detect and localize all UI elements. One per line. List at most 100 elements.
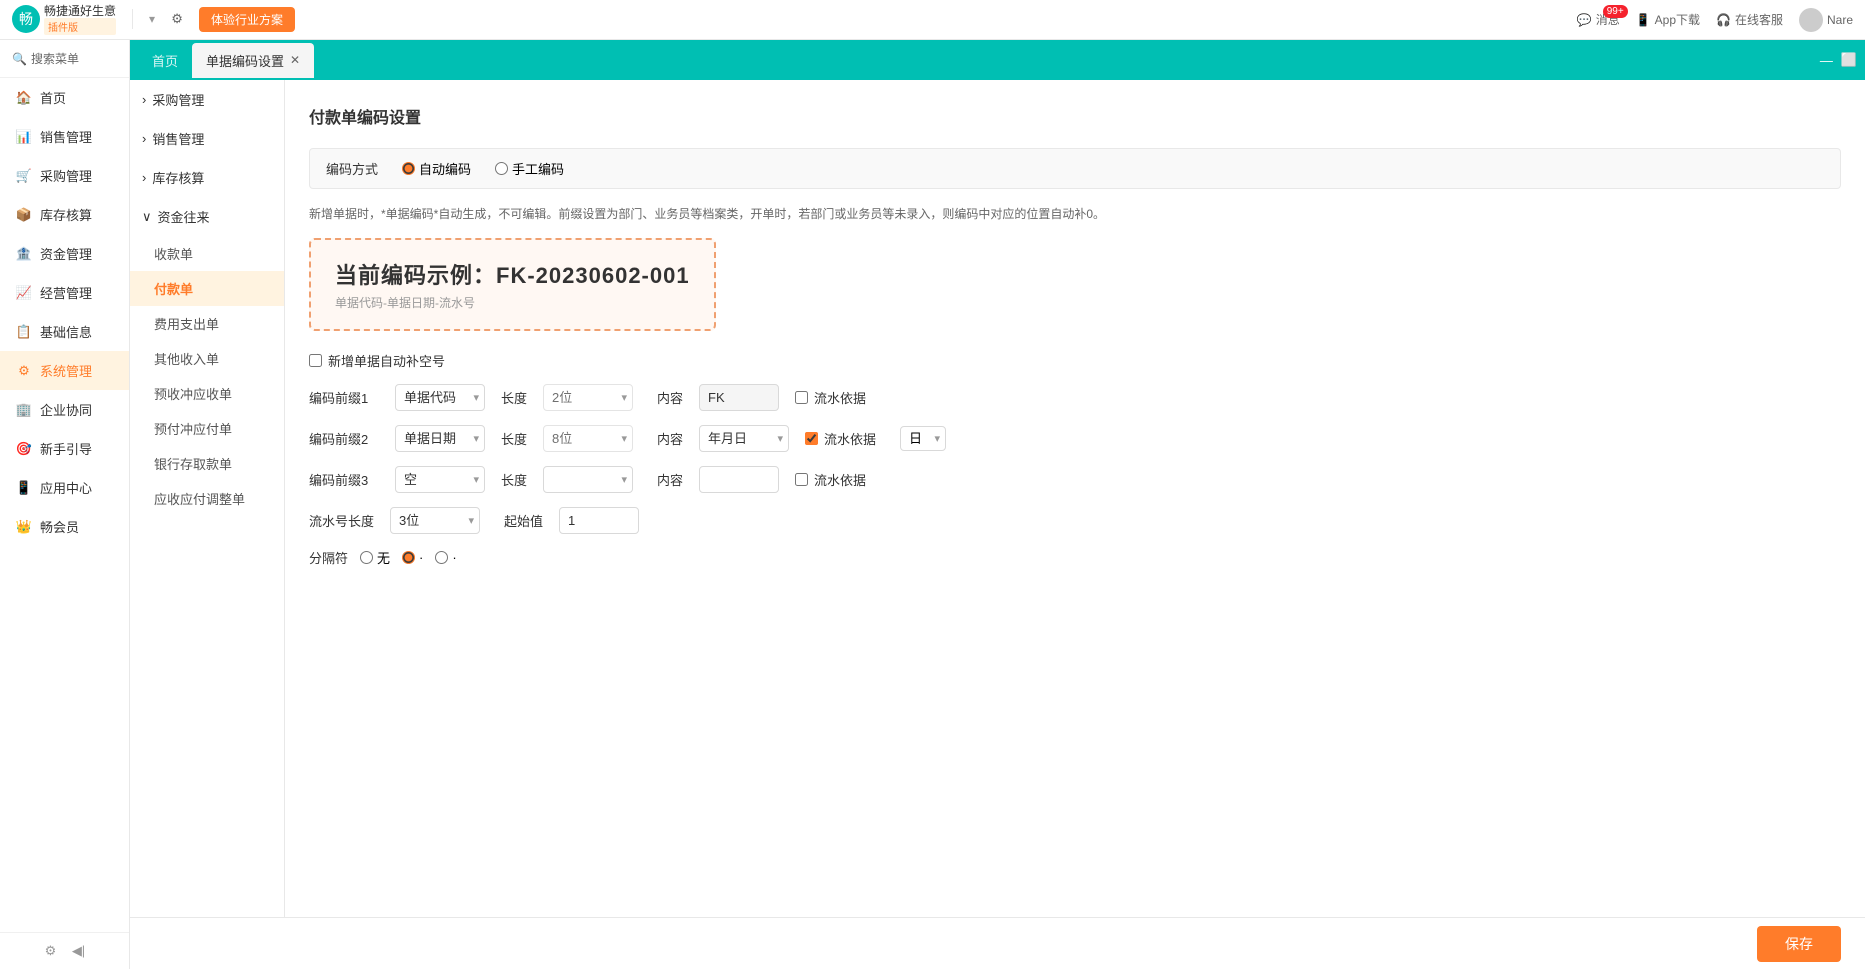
prefix3-content-label: 内容: [657, 470, 683, 489]
app-download-btn[interactable]: 📱 App下载: [1636, 11, 1700, 28]
avatar-img: [1799, 8, 1823, 32]
sub-group-finance-title[interactable]: ∨ 资金往来: [130, 197, 284, 236]
start-value-input[interactable]: [559, 507, 639, 534]
sub-item-expense[interactable]: 费用支出单: [130, 306, 284, 341]
chevron-down-icon: ∨: [142, 209, 152, 225]
sidebar-item-guide[interactable]: 🎯 新手引导: [0, 429, 129, 468]
prefix1-content-input: [699, 384, 779, 411]
prefix3-content-input[interactable]: [699, 466, 779, 493]
collapse-icon[interactable]: ◀|: [69, 941, 89, 961]
prefix2-content-select[interactable]: 年月日: [699, 425, 789, 452]
prefix3-length-wrapper: [543, 466, 633, 493]
chevron-right-icon2: ›: [142, 131, 146, 146]
prefix3-serial-checkbox[interactable]: [795, 473, 808, 486]
prefix1-content-label: 内容: [657, 388, 683, 407]
sep-none-input[interactable]: [360, 551, 373, 564]
sidebar-item-home[interactable]: 🏠 首页: [0, 78, 129, 117]
tab-home[interactable]: 首页: [138, 43, 192, 78]
app-icon: 📱: [1636, 13, 1651, 27]
prefix3-select[interactable]: 空: [395, 466, 485, 493]
prefix2-select[interactable]: 单据日期: [395, 425, 485, 452]
sidebar-item-inventory[interactable]: 📦 库存核算: [0, 195, 129, 234]
sidebar-bottom: ⚙ ◀|: [0, 932, 129, 969]
trial-btn[interactable]: 体验行业方案: [199, 7, 295, 32]
prefix1-serial-label[interactable]: 流水依据: [795, 388, 866, 407]
sidebar-item-member[interactable]: 👑 畅会员: [0, 507, 129, 546]
code-preview-sub: 单据代码-单据日期-流水号: [335, 294, 690, 311]
serial-length-label: 流水号长度: [309, 511, 374, 530]
tab-close-icon[interactable]: ✕: [290, 53, 300, 67]
prefix1-length-wrapper: 2位: [543, 384, 633, 411]
prefix2-serial-checkbox[interactable]: [805, 432, 818, 445]
sub-item-pre-receipt[interactable]: 预收冲应收单: [130, 376, 284, 411]
prefix1-serial-checkbox[interactable]: [795, 391, 808, 404]
prefix1-row: 编码前缀1 单据代码 长度 2位 内容: [309, 384, 1841, 411]
settings-bottom-icon[interactable]: ⚙: [41, 941, 61, 961]
prefix3-length-select[interactable]: [543, 466, 633, 493]
sidebar-item-label: 新手引导: [40, 439, 92, 458]
sidebar-item-purchase[interactable]: 🛒 采购管理: [0, 156, 129, 195]
message-icon: 💬: [1577, 13, 1592, 27]
auto-radio-input[interactable]: [402, 162, 415, 175]
sidebar-item-label: 应用中心: [40, 478, 92, 497]
message-btn[interactable]: 💬 消息 99+: [1577, 11, 1620, 28]
sub-item-payment[interactable]: 付款单: [130, 271, 284, 306]
sidebar-item-finance[interactable]: 🏦 资金管理: [0, 234, 129, 273]
prefix3-serial-label[interactable]: 流水依据: [795, 470, 866, 489]
prefix1-length-select[interactable]: 2位: [543, 384, 633, 411]
tab-minimize-icon[interactable]: —: [1820, 53, 1833, 68]
prefix2-length-select[interactable]: 8位: [543, 425, 633, 452]
sidebar-search[interactable]: 🔍 搜索菜单: [0, 40, 129, 78]
sub-group-inventory-title[interactable]: › 库存核算: [130, 158, 284, 197]
dropdown-arrow[interactable]: ▾: [149, 12, 155, 26]
auto-fill-checkbox[interactable]: [309, 354, 322, 367]
sep-dot-input[interactable]: [402, 551, 415, 564]
start-value-label: 起始值: [504, 511, 543, 530]
sub-item-bank[interactable]: 银行存取款单: [130, 446, 284, 481]
sidebar-item-enterprise[interactable]: 🏢 企业协同: [0, 390, 129, 429]
tab-maximize-icon[interactable]: ⬜: [1841, 52, 1857, 68]
prefix2-label: 编码前缀2: [309, 429, 379, 448]
page-content: › 采购管理 › 销售管理 ›: [130, 80, 1865, 917]
sidebar-item-system[interactable]: ⚙ 系统管理: [0, 351, 129, 390]
sub-group-purchase-title[interactable]: › 采购管理: [130, 80, 284, 119]
prefix2-serial-label[interactable]: 流水依据: [805, 429, 876, 448]
sub-group-sales-title[interactable]: › 销售管理: [130, 119, 284, 158]
auto-encoding-radio[interactable]: 自动编码: [402, 159, 471, 178]
sep-dot-radio[interactable]: ·: [402, 550, 423, 565]
inventory-icon: 📦: [16, 207, 32, 223]
sidebar-item-label: 首页: [40, 88, 66, 107]
settings-icon[interactable]: ⚙: [163, 5, 191, 33]
sub-item-ap-adjust[interactable]: 应收应付调整单: [130, 481, 284, 516]
member-icon: 👑: [16, 519, 32, 535]
separator-label: 分隔符: [309, 548, 348, 567]
online-service-btn[interactable]: 🎧 在线客服: [1716, 11, 1783, 28]
prefix2-day-select[interactable]: 日 月 年: [900, 426, 946, 451]
save-button[interactable]: 保存: [1757, 926, 1841, 962]
tab-bar-actions: — ⬜: [1820, 52, 1857, 68]
serial-length-select[interactable]: 3位 4位 5位: [390, 507, 480, 534]
sep-none-radio[interactable]: 无: [360, 548, 390, 567]
sidebar-item-label: 经营管理: [40, 283, 92, 302]
sub-item-other-income[interactable]: 其他收入单: [130, 341, 284, 376]
sidebar-item-operations[interactable]: 📈 经营管理: [0, 273, 129, 312]
top-bar-right: 💬 消息 99+ 📱 App下载 🎧 在线客服 Nare: [1577, 8, 1853, 32]
sidebar-item-info[interactable]: 📋 基础信息: [0, 312, 129, 351]
sub-item-receipt[interactable]: 收款单: [130, 236, 284, 271]
sep-dot2-radio[interactable]: ·: [435, 550, 456, 565]
manual-encoding-radio[interactable]: 手工编码: [495, 159, 564, 178]
user-avatar[interactable]: Nare: [1799, 8, 1853, 32]
sidebar-item-label: 基础信息: [40, 322, 92, 341]
sidebar-item-apps[interactable]: 📱 应用中心: [0, 468, 129, 507]
tab-encoding-settings[interactable]: 单据编码设置 ✕: [192, 43, 314, 78]
message-badge: 99+: [1603, 5, 1628, 18]
sub-sidebar: › 采购管理 › 销售管理 ›: [130, 80, 285, 917]
sidebar-item-label: 资金管理: [40, 244, 92, 263]
tab-encoding-label: 单据编码设置: [206, 51, 284, 70]
manual-radio-input[interactable]: [495, 162, 508, 175]
sidebar-item-sales[interactable]: 📊 销售管理: [0, 117, 129, 156]
serial-row: 流水号长度 3位 4位 5位 起始值: [309, 507, 1841, 534]
prefix1-select[interactable]: 单据代码: [395, 384, 485, 411]
sub-item-pre-payment[interactable]: 预付冲应付单: [130, 411, 284, 446]
sep-dot2-input[interactable]: [435, 551, 448, 564]
